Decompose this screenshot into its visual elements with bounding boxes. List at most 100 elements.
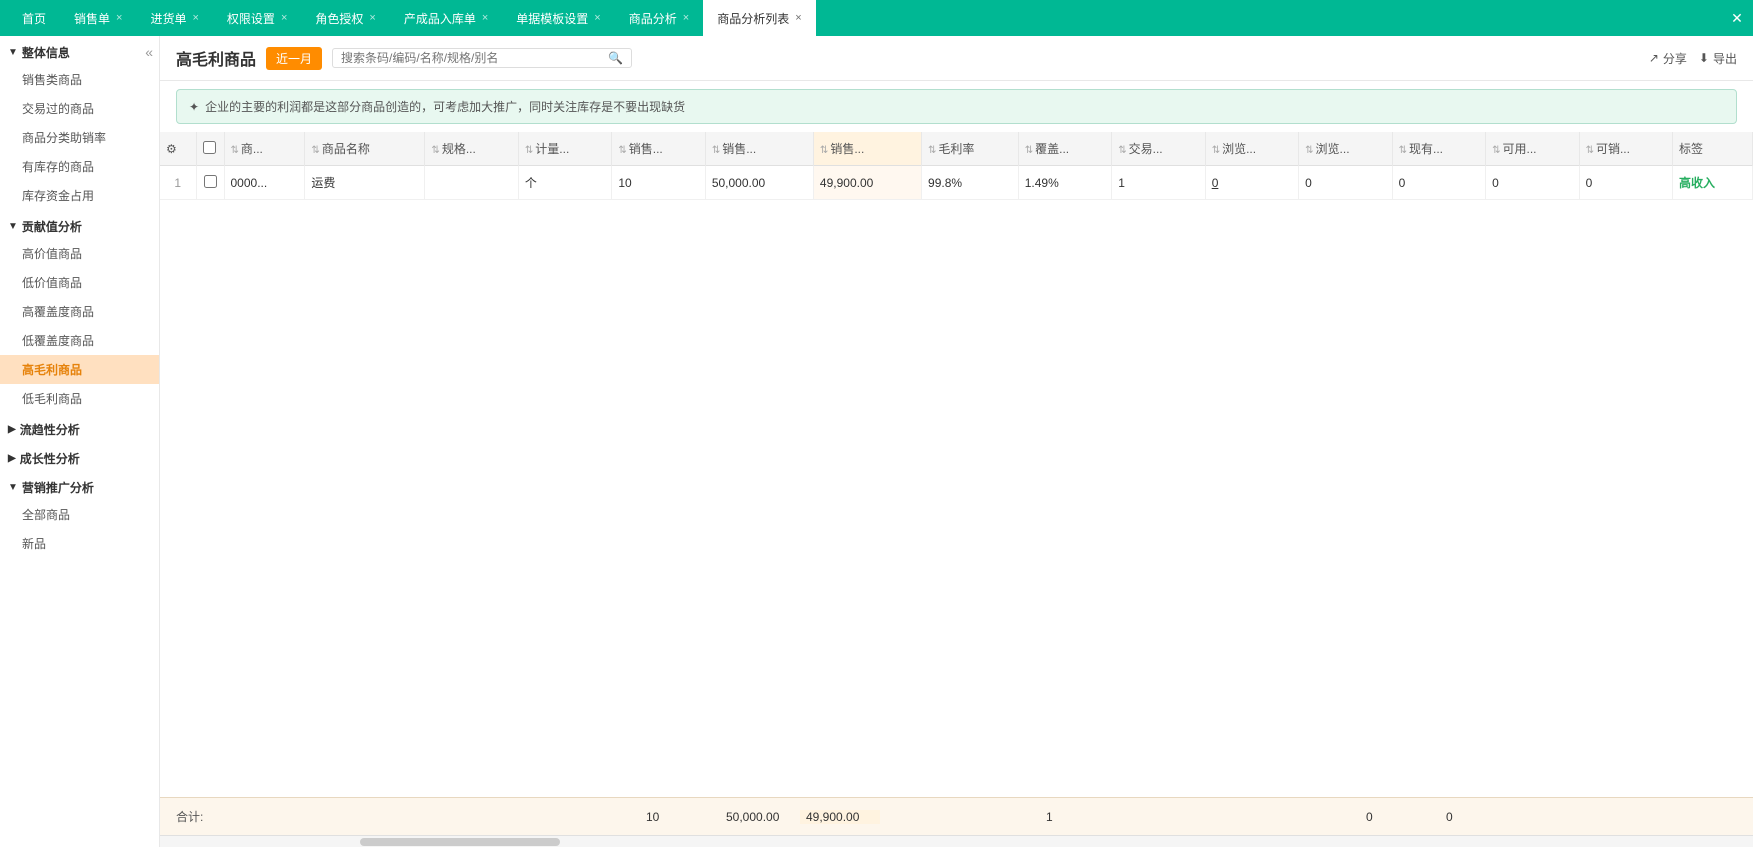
sidebar-group-marketing[interactable]: ▼ 营销推广分析: [0, 471, 159, 500]
sidebar-item-high-margin[interactable]: 高毛利商品: [0, 355, 159, 384]
th-available-stock[interactable]: ⇅可用...: [1486, 132, 1579, 166]
th-spec[interactable]: ⇅规格...: [425, 132, 518, 166]
nav-product-analysis-list[interactable]: 商品分析列表 ×: [703, 0, 815, 36]
nav-home[interactable]: 首页: [8, 0, 60, 36]
search-icon[interactable]: 🔍: [608, 51, 623, 65]
sidebar-group-growth[interactable]: ▶ 成长性分析: [0, 442, 159, 471]
nav-purchase-order[interactable]: 进货单 ×: [136, 0, 212, 36]
info-icon: ✦: [189, 100, 199, 114]
export-button[interactable]: ⬇ 导出: [1699, 50, 1737, 67]
sort-icon: ⇅: [1212, 145, 1220, 156]
sidebar-item-in-stock[interactable]: 有库存的商品: [0, 152, 159, 181]
search-input[interactable]: [341, 51, 608, 65]
th-settings[interactable]: ⚙: [160, 132, 196, 166]
sort-icon: ⇅: [1586, 145, 1594, 156]
close-icon[interactable]: ×: [192, 12, 198, 24]
table-header-row: ⚙ ⇅商... ⇅商品名称 ⇅规格...: [160, 132, 1753, 166]
th-saleable-stock[interactable]: ⇅可销...: [1579, 132, 1672, 166]
th-code[interactable]: ⇅商...: [224, 132, 305, 166]
cell-sale-amount: 50,000.00: [705, 166, 813, 200]
th-gross-margin[interactable]: ⇅毛利率: [922, 132, 1019, 166]
arrow-icon: ▼: [8, 482, 18, 493]
sidebar-item-new-products[interactable]: 新品: [0, 529, 159, 558]
nav-product-inbound[interactable]: 产成品入库单 ×: [390, 0, 502, 36]
sort-icon: ⇅: [525, 145, 533, 156]
period-button[interactable]: 近一月: [266, 47, 322, 70]
sort-icon: ⇅: [1492, 145, 1500, 156]
sidebar-collapse-button[interactable]: «: [145, 44, 153, 60]
window-controls: ✕: [1729, 10, 1753, 26]
sidebar-group-contribution[interactable]: ▼ 贡献值分析: [0, 210, 159, 239]
th-unit[interactable]: ⇅计量...: [518, 132, 611, 166]
sidebar-item-low-coverage[interactable]: 低覆盖度商品: [0, 326, 159, 355]
th-browse1[interactable]: ⇅浏览...: [1205, 132, 1298, 166]
sort-icon: ⇅: [1305, 145, 1313, 156]
scrollbar-thumb[interactable]: [360, 838, 560, 846]
sidebar-item-stock-capital[interactable]: 库存资金占用: [0, 181, 159, 210]
th-trade-count[interactable]: ⇅交易...: [1112, 132, 1205, 166]
th-sale-profit[interactable]: ⇅销售...: [813, 132, 921, 166]
th-current-stock[interactable]: ⇅现有...: [1392, 132, 1485, 166]
sort-icon: ⇅: [712, 145, 720, 156]
share-icon: ↗: [1649, 51, 1659, 65]
cell-checkbox[interactable]: [196, 166, 224, 200]
th-name[interactable]: ⇅商品名称: [305, 132, 425, 166]
search-box: 🔍: [332, 48, 632, 68]
sidebar-group-flow[interactable]: ▶ 流趋性分析: [0, 413, 159, 442]
nav-role-auth[interactable]: 角色授权 ×: [301, 0, 389, 36]
sort-icon: ⇅: [928, 145, 936, 156]
sort-icon: ⇅: [311, 145, 319, 156]
arrow-icon: ▶: [8, 453, 16, 464]
top-nav: 首页 销售单 × 进货单 × 权限设置 × 角色授权 × 产成品入库单 × 单据…: [0, 0, 1753, 36]
close-icon[interactable]: ×: [594, 12, 600, 24]
share-button[interactable]: ↗ 分享: [1649, 50, 1687, 67]
table-container: ⚙ ⇅商... ⇅商品名称 ⇅规格...: [160, 132, 1753, 797]
close-icon[interactable]: ×: [795, 12, 801, 24]
cell-browse1[interactable]: 0: [1205, 166, 1298, 200]
row-checkbox[interactable]: [204, 175, 217, 188]
cell-name: 运费: [305, 166, 425, 200]
th-checkbox[interactable]: [196, 132, 224, 166]
nav-permission-settings[interactable]: 权限设置 ×: [213, 0, 301, 36]
sidebar-item-category-rate[interactable]: 商品分类助销率: [0, 123, 159, 152]
select-all-checkbox[interactable]: [203, 141, 216, 154]
sidebar-group-overall[interactable]: ▼ 整体信息: [0, 36, 159, 65]
footer-sale-amount: 50,000.00: [720, 810, 800, 824]
close-icon[interactable]: ×: [116, 12, 122, 24]
th-coverage[interactable]: ⇅覆盖...: [1018, 132, 1111, 166]
window-close-icon[interactable]: ✕: [1729, 10, 1745, 26]
cell-trade-count: 1: [1112, 166, 1205, 200]
cell-code: 0000...: [224, 166, 305, 200]
cell-browse2: 0: [1299, 166, 1392, 200]
th-sale-qty[interactable]: ⇅销售...: [612, 132, 705, 166]
close-icon[interactable]: ×: [281, 12, 287, 24]
sort-icon: ⇅: [1025, 145, 1033, 156]
info-text: 企业的主要的利润都是这部分商品创造的，可考虑加大推广，同时关注库存是不要出现缺货: [205, 98, 685, 115]
th-tag[interactable]: 标签: [1673, 132, 1753, 166]
nav-product-analysis[interactable]: 商品分析 ×: [615, 0, 703, 36]
cell-sale-profit: 49,900.00: [813, 166, 921, 200]
sidebar-item-high-value[interactable]: 高价值商品: [0, 239, 159, 268]
info-banner: ✦ 企业的主要的利润都是这部分商品创造的，可考虑加大推广，同时关注库存是不要出现…: [176, 89, 1737, 124]
footer-values: 10 50,000.00 49,900.00 1 0 0: [276, 810, 1520, 824]
horizontal-scrollbar[interactable]: [160, 835, 1753, 847]
sidebar-item-high-coverage[interactable]: 高覆盖度商品: [0, 297, 159, 326]
sidebar-item-traded-products[interactable]: 交易过的商品: [0, 94, 159, 123]
sidebar-item-all-products[interactable]: 全部商品: [0, 500, 159, 529]
close-icon[interactable]: ×: [683, 12, 689, 24]
nav-sales-order[interactable]: 销售单 ×: [60, 0, 136, 36]
sort-icon: ⇅: [618, 145, 626, 156]
sidebar-item-low-value[interactable]: 低价值商品: [0, 268, 159, 297]
close-icon[interactable]: ×: [482, 12, 488, 24]
th-browse2[interactable]: ⇅浏览...: [1299, 132, 1392, 166]
nav-template-settings[interactable]: 单据模板设置 ×: [502, 0, 614, 36]
footer-trade-count: 1: [1040, 810, 1120, 824]
main-layout: « ▼ 整体信息 销售类商品 交易过的商品 商品分类助销率 有库存的商品 库存资…: [0, 36, 1753, 847]
sidebar-item-low-margin[interactable]: 低毛利商品: [0, 384, 159, 413]
th-sale-amount[interactable]: ⇅销售...: [705, 132, 813, 166]
cell-saleable-stock: 0: [1579, 166, 1672, 200]
close-icon[interactable]: ×: [369, 12, 375, 24]
header-actions: ↗ 分享 ⬇ 导出: [1649, 50, 1737, 67]
sidebar-item-sales-products[interactable]: 销售类商品: [0, 65, 159, 94]
sort-icon: ⇅: [1399, 145, 1407, 156]
